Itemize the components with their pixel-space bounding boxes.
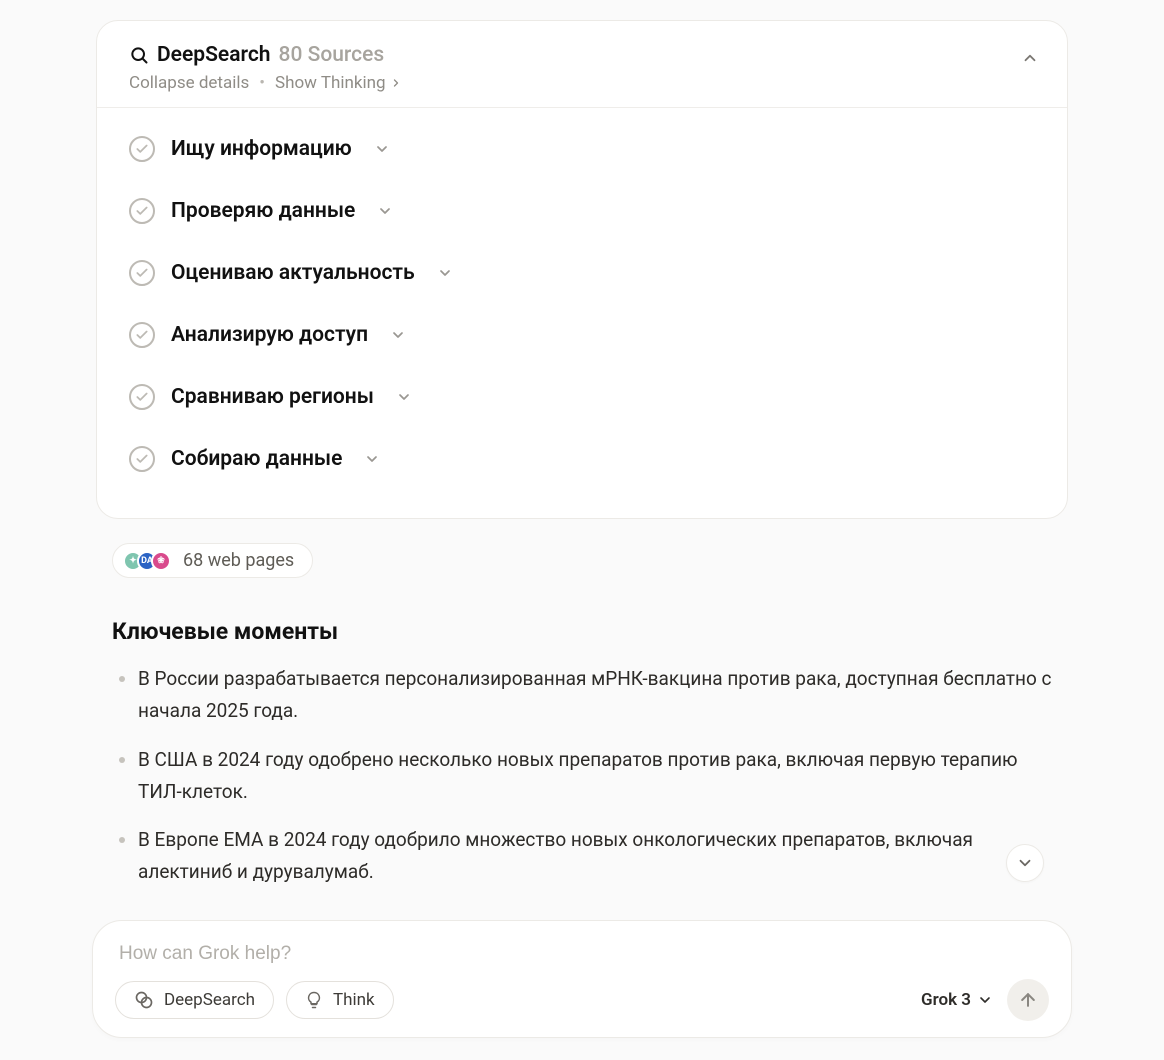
deepsearch-chip-label: DeepSearch	[164, 990, 255, 1010]
answer-content: Ключевые моменты В России разрабатываетс…	[112, 618, 1052, 889]
step-label: Собираю данные	[171, 447, 342, 471]
deepsearch-header: DeepSearch 80 Sources Collapse details •…	[97, 21, 1067, 108]
deepsearch-sources[interactable]: 80 Sources	[279, 43, 385, 67]
send-button[interactable]	[1007, 979, 1049, 1021]
check-circle-icon	[129, 384, 155, 410]
show-thinking-link[interactable]: Show Thinking	[275, 73, 402, 93]
think-chip[interactable]: Think	[286, 981, 394, 1019]
separator-dot: •	[259, 73, 265, 93]
favicon-icon: ❀	[151, 551, 171, 571]
step-row[interactable]: Сравниваю регионы	[129, 366, 1035, 428]
bullet-item: В Европе EMA в 2024 году одобрило множес…	[138, 824, 1052, 889]
chevron-down-icon	[437, 265, 453, 281]
check-circle-icon	[129, 446, 155, 472]
deepsearch-steps: Ищу информацию Проверяю данные Оцениваю	[97, 108, 1067, 518]
chevron-down-icon	[390, 327, 406, 343]
chevron-right-icon	[390, 77, 402, 89]
deepsearch-card: DeepSearch 80 Sources Collapse details •…	[96, 20, 1068, 519]
step-row[interactable]: Оцениваю актуальность	[129, 242, 1035, 304]
chevron-up-icon	[1021, 49, 1039, 67]
step-row[interactable]: Ищу информацию	[129, 118, 1035, 180]
chevron-down-icon	[396, 389, 412, 405]
chevron-down-icon	[1016, 854, 1034, 872]
check-circle-icon	[129, 322, 155, 348]
model-name: Grok 3	[921, 990, 971, 1010]
web-pages-label: 68 web pages	[183, 550, 294, 571]
step-row[interactable]: Собираю данные	[129, 428, 1035, 490]
scroll-to-bottom-button[interactable]	[1006, 844, 1044, 882]
deepsearch-chip[interactable]: DeepSearch	[115, 981, 274, 1019]
show-thinking-label: Show Thinking	[275, 73, 386, 93]
step-label: Оцениваю актуальность	[171, 261, 415, 285]
step-row[interactable]: Проверяю данные	[129, 180, 1035, 242]
step-label: Ищу информацию	[171, 137, 352, 161]
step-label: Сравниваю регионы	[171, 385, 374, 409]
chevron-down-icon	[977, 992, 993, 1008]
answer-heading: Ключевые моменты	[112, 618, 1052, 645]
lightbulb-icon	[305, 991, 323, 1009]
collapse-card-button[interactable]	[1015, 43, 1045, 73]
favicon-stack: ✦ DA ❀	[123, 551, 171, 571]
step-row[interactable]: Анализирую доступ	[129, 304, 1035, 366]
composer: DeepSearch Think Grok 3	[92, 920, 1072, 1038]
prompt-input[interactable]	[115, 939, 1049, 979]
chevron-down-icon	[374, 141, 390, 157]
web-pages-chip[interactable]: ✦ DA ❀ 68 web pages	[112, 543, 313, 578]
step-label: Проверяю данные	[171, 199, 355, 223]
step-label: Анализирую доступ	[171, 323, 368, 347]
deepsearch-title: DeepSearch	[157, 43, 271, 67]
chevron-down-icon	[377, 203, 393, 219]
arrow-up-icon	[1018, 990, 1038, 1010]
bullet-item: В США в 2024 году одобрено несколько нов…	[138, 744, 1052, 809]
check-circle-icon	[129, 260, 155, 286]
deepsearch-icon	[134, 990, 154, 1010]
collapse-details-link[interactable]: Collapse details	[129, 73, 249, 93]
check-circle-icon	[129, 136, 155, 162]
check-circle-icon	[129, 198, 155, 224]
search-icon	[129, 45, 149, 65]
bullet-item: В России разрабатывается персонализирова…	[138, 663, 1052, 728]
model-selector[interactable]: Grok 3	[921, 990, 993, 1010]
think-chip-label: Think	[333, 990, 375, 1010]
chevron-down-icon	[364, 451, 380, 467]
